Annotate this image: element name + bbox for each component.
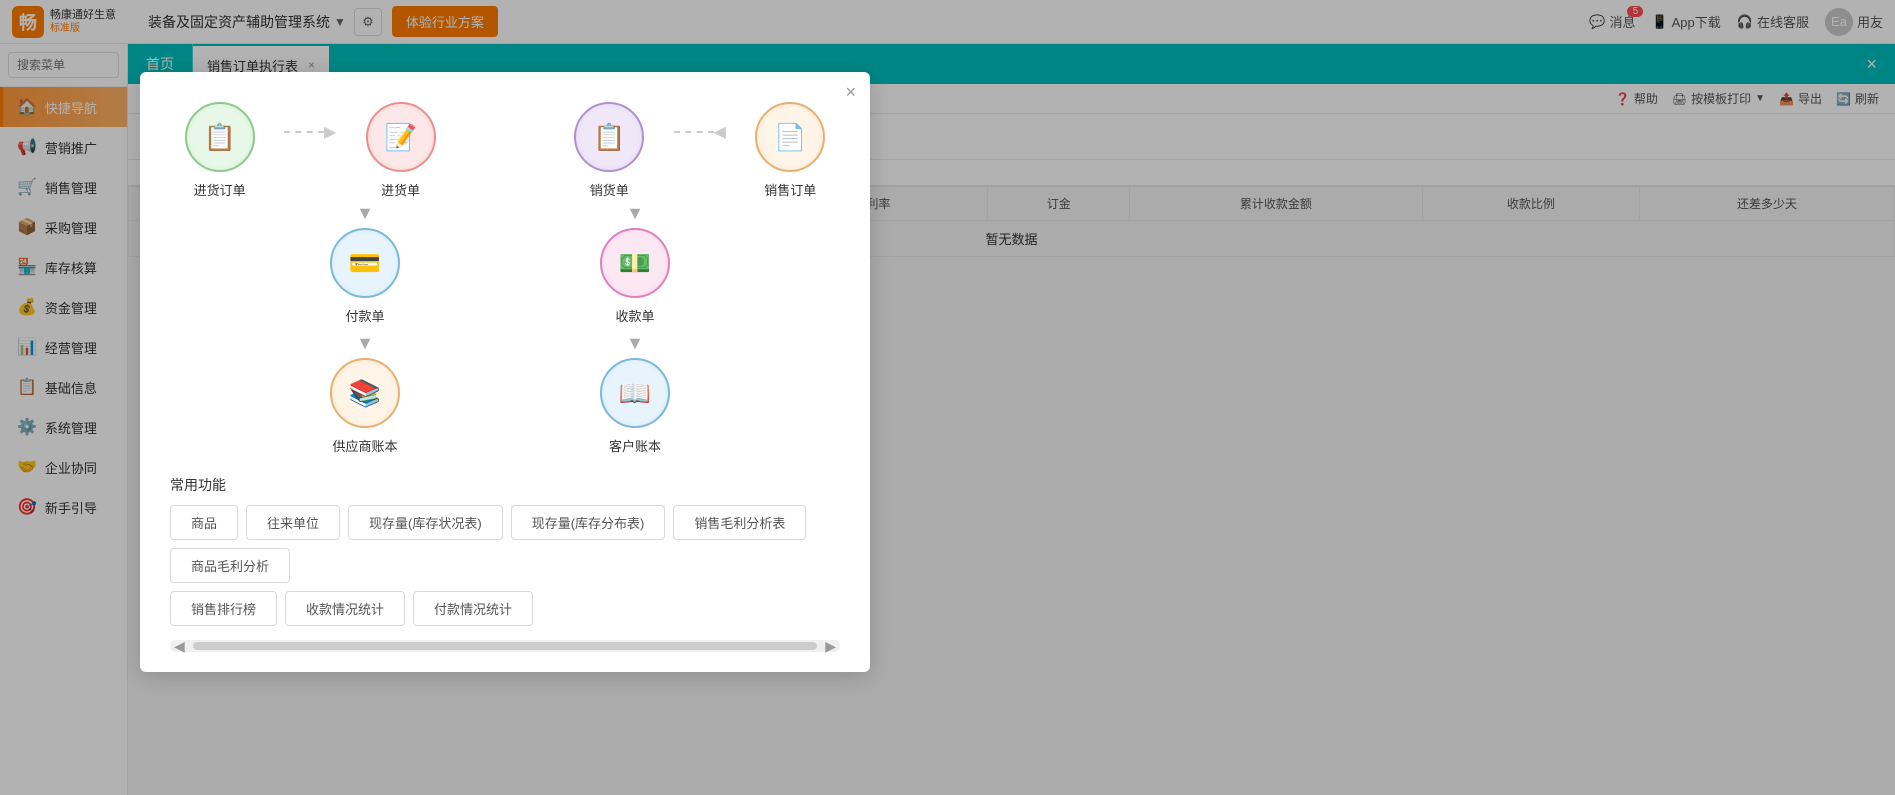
flow-row-5: 📚 供应商账本 📖 客户账本 [170,358,840,455]
purchase-bill-icon-circle: 📝 [366,102,436,172]
down-arrow-receipt: ▼ [626,333,644,354]
popup-close-btn[interactable]: × [845,82,856,103]
popup-scrollbar-track[interactable]: ◀ ▶ [170,640,840,652]
sales-order-icon-circle: 📄 [755,102,825,172]
sales-bill-label: 销货单 [590,180,629,199]
common-btn-stock-status[interactable]: 现存量(库存状况表) [348,505,503,540]
common-btns-row2: 销售排行榜 收款情况统计 付款情况统计 [170,591,840,626]
receipt-icon: 💵 [619,248,651,279]
flow-node-purchase-order[interactable]: 📋 进货订单 [185,102,255,199]
down-arrow-sales: ▼ [626,203,644,224]
common-functions-section: 常用功能 商品 往来单位 现存量(库存状况表) 现存量(库存分布表) 销售毛利分… [170,475,840,626]
purchase-bill-icon: 📝 [384,122,416,153]
sales-order-icon: 📄 [774,122,806,153]
flow-node-sales-order[interactable]: 📄 销售订单 [755,102,825,199]
common-btn-receipt-stats[interactable]: 收款情况统计 [285,591,405,626]
scroll-right-icon[interactable]: ▶ [821,638,840,655]
customer-account-icon: 📖 [619,378,651,409]
flow-arrows-down: ▼ ▼ [170,203,840,224]
common-btn-product[interactable]: 商品 [170,505,238,540]
common-btn-product-gross[interactable]: 商品毛利分析 [170,548,290,583]
common-functions-title: 常用功能 [170,475,840,495]
sales-order-label: 销售订单 [764,180,816,199]
supplier-account-icon: 📚 [349,378,381,409]
purchase-bill-label: 进货单 [381,180,420,199]
common-btn-stock-dist[interactable]: 现存量(库存分布表) [511,505,666,540]
flow-diagram: 📋 进货订单 ▶ 📝 进货单 📋 [170,102,840,459]
arrow-purchase-order-to-bill: ▶ [284,122,336,142]
purchase-order-label: 进货订单 [194,180,246,199]
popup-scrollbar-thumb[interactable] [193,642,817,650]
arrow-icon-1: ▶ [324,122,336,142]
supplier-account-label: 供应商账本 [332,436,397,455]
common-btn-payment-stats[interactable]: 付款情况统计 [413,591,533,626]
arrow-icon-2: ◀ [714,122,726,142]
dashed-line-2 [674,131,714,133]
purchase-order-icon: 📋 [203,122,235,153]
supplier-account-icon-circle: 📚 [330,358,400,428]
flow-node-customer-account[interactable]: 📖 客户账本 [600,358,670,455]
purchase-order-icon-circle: 📋 [185,102,255,172]
flow-node-payment[interactable]: 💳 付款单 [330,228,400,325]
down-arrow-purchase: ▼ [356,203,374,224]
flow-node-receipt[interactable]: 💵 收款单 [600,228,670,325]
dashed-line-1 [284,131,324,133]
flow-node-purchase-bill[interactable]: 📝 进货单 [366,102,436,199]
flow-arrows-down-2: ▼ ▼ [170,333,840,354]
arrow-sales-order-to-bill: ◀ [674,122,726,142]
flow-row-3: 💳 付款单 💵 收款单 [170,228,840,325]
receipt-label: 收款单 [615,306,654,325]
quick-nav-popup: × 📋 进货订单 ▶ 📝 进货单 [140,72,870,672]
payment-icon-circle: 💳 [330,228,400,298]
common-btn-partner[interactable]: 往来单位 [246,505,340,540]
customer-account-label: 客户账本 [609,436,661,455]
scroll-left-icon[interactable]: ◀ [170,638,189,655]
sales-bill-icon: 📋 [593,122,625,153]
flow-node-supplier-account[interactable]: 📚 供应商账本 [330,358,400,455]
flow-row-1: 📋 进货订单 ▶ 📝 进货单 📋 [170,102,840,199]
common-btn-sales-ranking[interactable]: 销售排行榜 [170,591,277,626]
common-btns-row1: 商品 往来单位 现存量(库存状况表) 现存量(库存分布表) 销售毛利分析表 商品… [170,505,840,583]
payment-icon: 💳 [349,248,381,279]
common-btn-sales-gross[interactable]: 销售毛利分析表 [673,505,806,540]
flow-node-sales-bill[interactable]: 📋 销货单 [574,102,644,199]
sales-bill-icon-circle: 📋 [574,102,644,172]
receipt-icon-circle: 💵 [600,228,670,298]
customer-account-icon-circle: 📖 [600,358,670,428]
payment-label: 付款单 [345,306,384,325]
down-arrow-payment: ▼ [356,333,374,354]
